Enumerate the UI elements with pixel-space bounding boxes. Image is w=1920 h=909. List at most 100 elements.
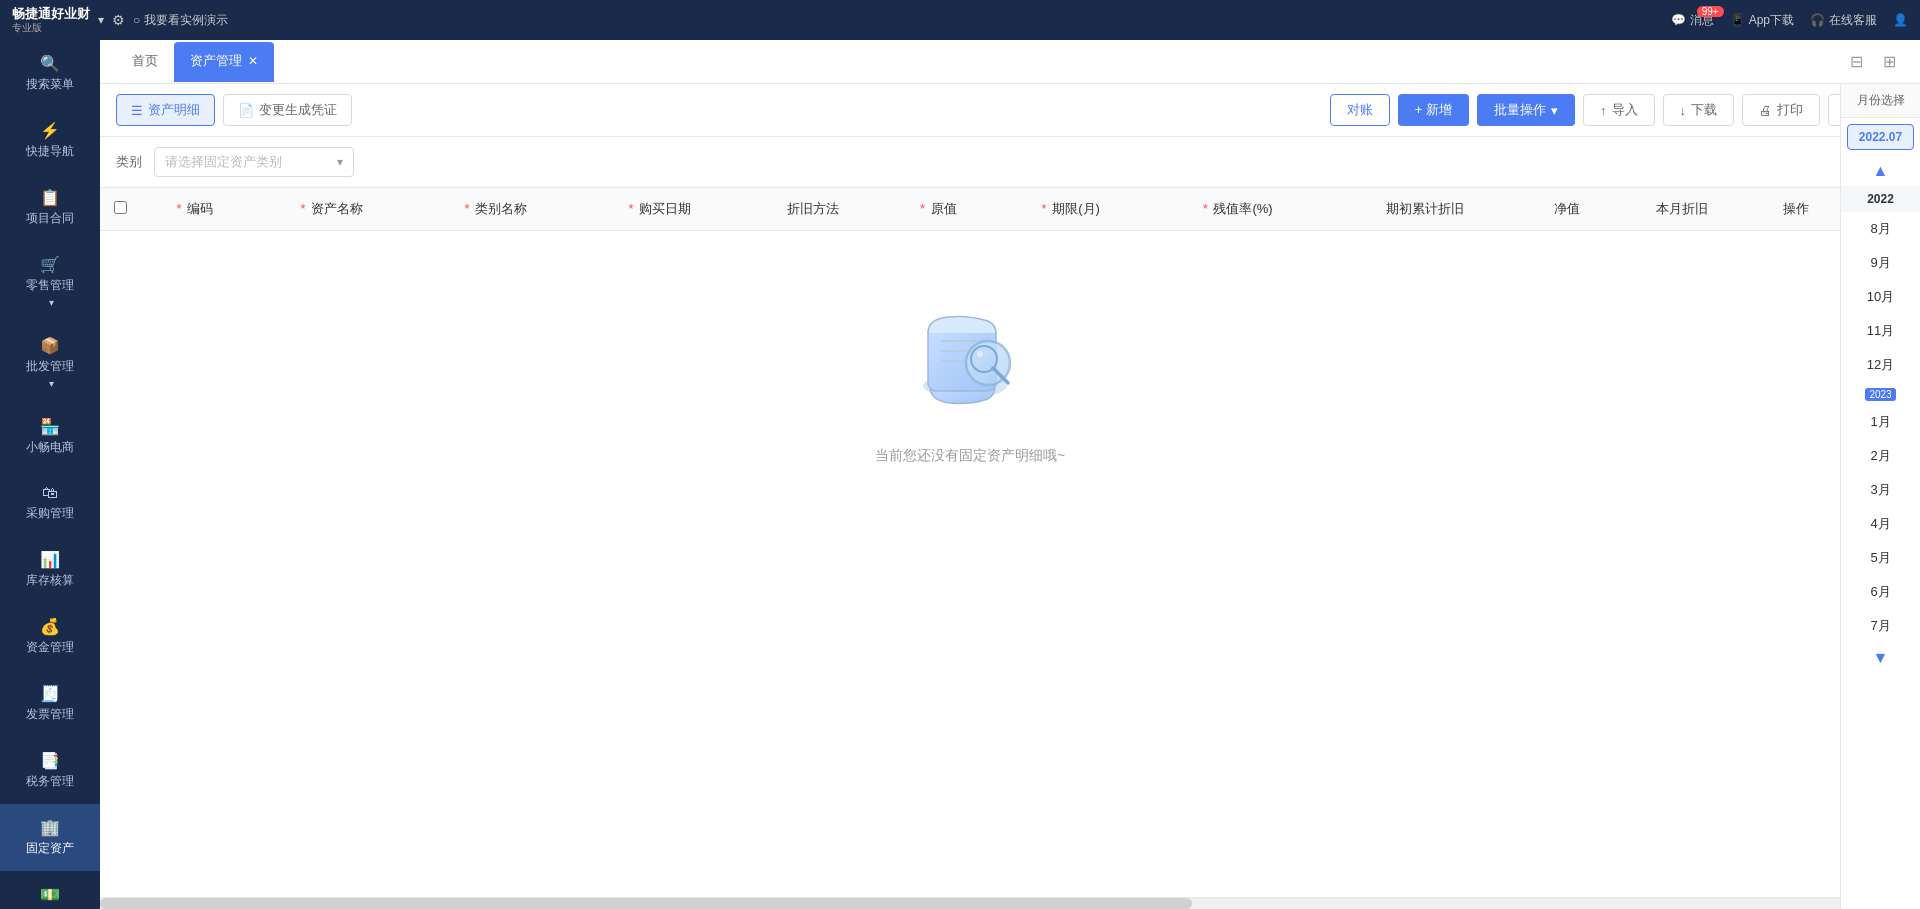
ecom-icon: 🏪 <box>40 417 60 436</box>
month-next-button[interactable]: ▼ <box>1865 647 1897 669</box>
year-2023-badge: 2023 <box>1865 388 1895 401</box>
sidebar-item-salary[interactable]: 💵 工资 <box>0 871 100 909</box>
retail-arrow-icon: ▾ <box>49 297 54 308</box>
import-button[interactable]: ↑ 导入 <box>1583 94 1655 126</box>
top-bar-left: 畅捷通好业财 专业版 ▾ ⚙ ○ 我要看实例演示 <box>12 6 1671 34</box>
window-minimize-button[interactable]: ⊟ <box>1842 48 1871 75</box>
contract-icon: 📋 <box>40 188 60 207</box>
month-8-2022[interactable]: 8月 <box>1841 212 1920 246</box>
wholesale-arrow-icon: ▾ <box>49 378 54 389</box>
toolbar: 对账 + 新增 批量操作 ▾ ↑ 导入 ↓ 下载 <box>1330 94 1904 126</box>
inventory-icon: 📊 <box>40 550 60 569</box>
category-select[interactable]: 请选择固定资产类别 ▾ <box>154 147 354 177</box>
window-maximize-button[interactable]: ⊞ <box>1875 48 1904 75</box>
sidebar-item-project-contract[interactable]: 📋 项目合同 <box>0 174 100 241</box>
headset-icon: 🎧 <box>1810 13 1825 27</box>
tab-asset-mgmt[interactable]: 资产管理 ✕ <box>174 42 274 82</box>
select-arrow-icon: ▾ <box>337 155 343 169</box>
month-2-2023[interactable]: 2月 <box>1841 439 1920 473</box>
empty-text: 当前您还没有固定资产明细哦~ <box>875 447 1065 465</box>
filter-row: 类别 请选择固定资产类别 ▾ <box>100 137 1920 188</box>
month-7-2023[interactable]: 7月 <box>1841 609 1920 643</box>
month-3-2023[interactable]: 3月 <box>1841 473 1920 507</box>
sidebar-item-fixed-assets[interactable]: 🏢 固定资产 <box>0 804 100 871</box>
horizontal-scrollbar[interactable] <box>100 897 1920 909</box>
month-6-2023[interactable]: 6月 <box>1841 575 1920 609</box>
app-download-button[interactable]: 📱 App下载 <box>1730 12 1794 29</box>
sidebar-item-search-menu[interactable]: 🔍 搜索菜单 <box>0 40 100 107</box>
settings-icon[interactable]: ⚙ <box>112 12 125 28</box>
batch-arrow-icon: ▾ <box>1551 103 1558 118</box>
import-icon: ↑ <box>1600 103 1607 118</box>
empty-illustration <box>900 291 1040 431</box>
wholesale-icon: 📦 <box>40 336 60 355</box>
col-period-months: * 期限(月) <box>993 188 1148 231</box>
col-code: * 编码 <box>140 188 250 231</box>
col-monthly-depreciation: 本月折旧 <box>1611 188 1753 231</box>
user-icon: 👤 <box>1893 13 1908 27</box>
col-net-value: 净值 <box>1523 188 1611 231</box>
col-depreciation-method: 折旧方法 <box>742 188 884 231</box>
page-content: ☰ 资产明细 📄 变更生成凭证 对账 + 新增 <box>100 84 1920 909</box>
asset-table: * 编码 * 资产名称 * 类别名称 <box>100 188 1840 525</box>
month-12-2022[interactable]: 12月 <box>1841 348 1920 382</box>
month-panel-header: 月份选择 <box>1841 84 1920 118</box>
col-checkbox <box>100 188 140 231</box>
tab-close-icon[interactable]: ✕ <box>248 54 258 68</box>
download-button[interactable]: ↓ 下载 <box>1663 94 1735 126</box>
company-dropdown[interactable]: ▾ <box>98 13 104 27</box>
phone-icon: 📱 <box>1730 13 1745 27</box>
sidebar-item-invoice-mgmt[interactable]: 🧾 发票管理 <box>0 670 100 737</box>
tax-icon: 📑 <box>40 751 60 770</box>
sidebar-item-inventory[interactable]: 📊 库存核算 <box>0 536 100 603</box>
col-asset-name: * 资产名称 <box>250 188 414 231</box>
month-9-2022[interactable]: 9月 <box>1841 246 1920 280</box>
scrollbar-thumb[interactable] <box>100 898 1192 909</box>
invoice-icon: 🧾 <box>40 684 60 703</box>
col-accumulated-depreciation: 期初累计折旧 <box>1327 188 1523 231</box>
tab-home[interactable]: 首页 <box>116 42 174 82</box>
retail-icon: 🛒 <box>40 255 60 274</box>
empty-state: 当前您还没有固定资产明细哦~ <box>100 231 1840 525</box>
month-5-2023[interactable]: 5月 <box>1841 541 1920 575</box>
add-button[interactable]: + 新增 <box>1398 94 1469 126</box>
sub-tab-asset-detail[interactable]: ☰ 资产明细 <box>116 94 215 126</box>
sub-tab-change-voucher[interactable]: 📄 变更生成凭证 <box>223 94 352 126</box>
message-icon: 💬 <box>1671 13 1686 27</box>
col-residual-rate: * 残值率(%) <box>1148 188 1327 231</box>
print-button[interactable]: 🖨 打印 <box>1742 94 1820 126</box>
main-container: 🔍 搜索菜单 ⚡ 快捷导航 📋 项目合同 🛒 零售管理 ▾ 📦 批发管理 ▾ 🏪… <box>0 40 1920 909</box>
message-badge: 99+ <box>1697 6 1724 17</box>
sidebar-item-quick-nav[interactable]: ⚡ 快捷导航 <box>0 107 100 174</box>
month-1-2023[interactable]: 1月 <box>1841 405 1920 439</box>
voucher-icon: 📄 <box>238 103 254 118</box>
select-all-checkbox[interactable] <box>114 201 127 214</box>
category-select-placeholder: 请选择固定资产类别 <box>165 153 337 171</box>
demo-icon: ○ <box>133 13 140 27</box>
top-bar: 畅捷通好业财 专业版 ▾ ⚙ ○ 我要看实例演示 💬 消息 99+ 📱 App下… <box>0 0 1920 40</box>
month-4-2023[interactable]: 4月 <box>1841 507 1920 541</box>
sidebar-item-fund-mgmt[interactable]: 💰 资金管理 <box>0 603 100 670</box>
sidebar-item-retail-mgmt[interactable]: 🛒 零售管理 ▾ <box>0 241 100 322</box>
col-category-name: * 类别名称 <box>414 188 578 231</box>
batch-button[interactable]: 批量操作 ▾ <box>1477 94 1575 126</box>
top-bar-right: 💬 消息 99+ 📱 App下载 🎧 在线客服 👤 <box>1671 12 1908 29</box>
col-purchase-date: * 购买日期 <box>578 188 742 231</box>
sidebar-item-tax-mgmt[interactable]: 📑 税务管理 <box>0 737 100 804</box>
current-month-display: 2022.07 <box>1847 124 1914 150</box>
message-button[interactable]: 💬 消息 99+ <box>1671 12 1714 29</box>
duizhang-button[interactable]: 对账 <box>1330 94 1390 126</box>
search-icon: 🔍 <box>40 54 60 73</box>
month-10-2022[interactable]: 10月 <box>1841 280 1920 314</box>
sidebar-item-purchase-mgmt[interactable]: 🛍 采购管理 <box>0 470 100 536</box>
month-prev-button[interactable]: ▲ <box>1865 160 1897 182</box>
year-2022-label: 2022 <box>1841 186 1920 212</box>
month-11-2022[interactable]: 11月 <box>1841 314 1920 348</box>
customer-service-button[interactable]: 🎧 在线客服 <box>1810 12 1877 29</box>
sidebar-item-wholesale-mgmt[interactable]: 📦 批发管理 ▾ <box>0 322 100 403</box>
quick-nav-icon: ⚡ <box>40 121 60 140</box>
sidebar-item-mini-ecom[interactable]: 🏪 小畅电商 <box>0 403 100 470</box>
purchase-icon: 🛍 <box>42 484 58 502</box>
demo-link[interactable]: ○ 我要看实例演示 <box>133 12 228 29</box>
user-menu[interactable]: 👤 <box>1893 13 1908 27</box>
